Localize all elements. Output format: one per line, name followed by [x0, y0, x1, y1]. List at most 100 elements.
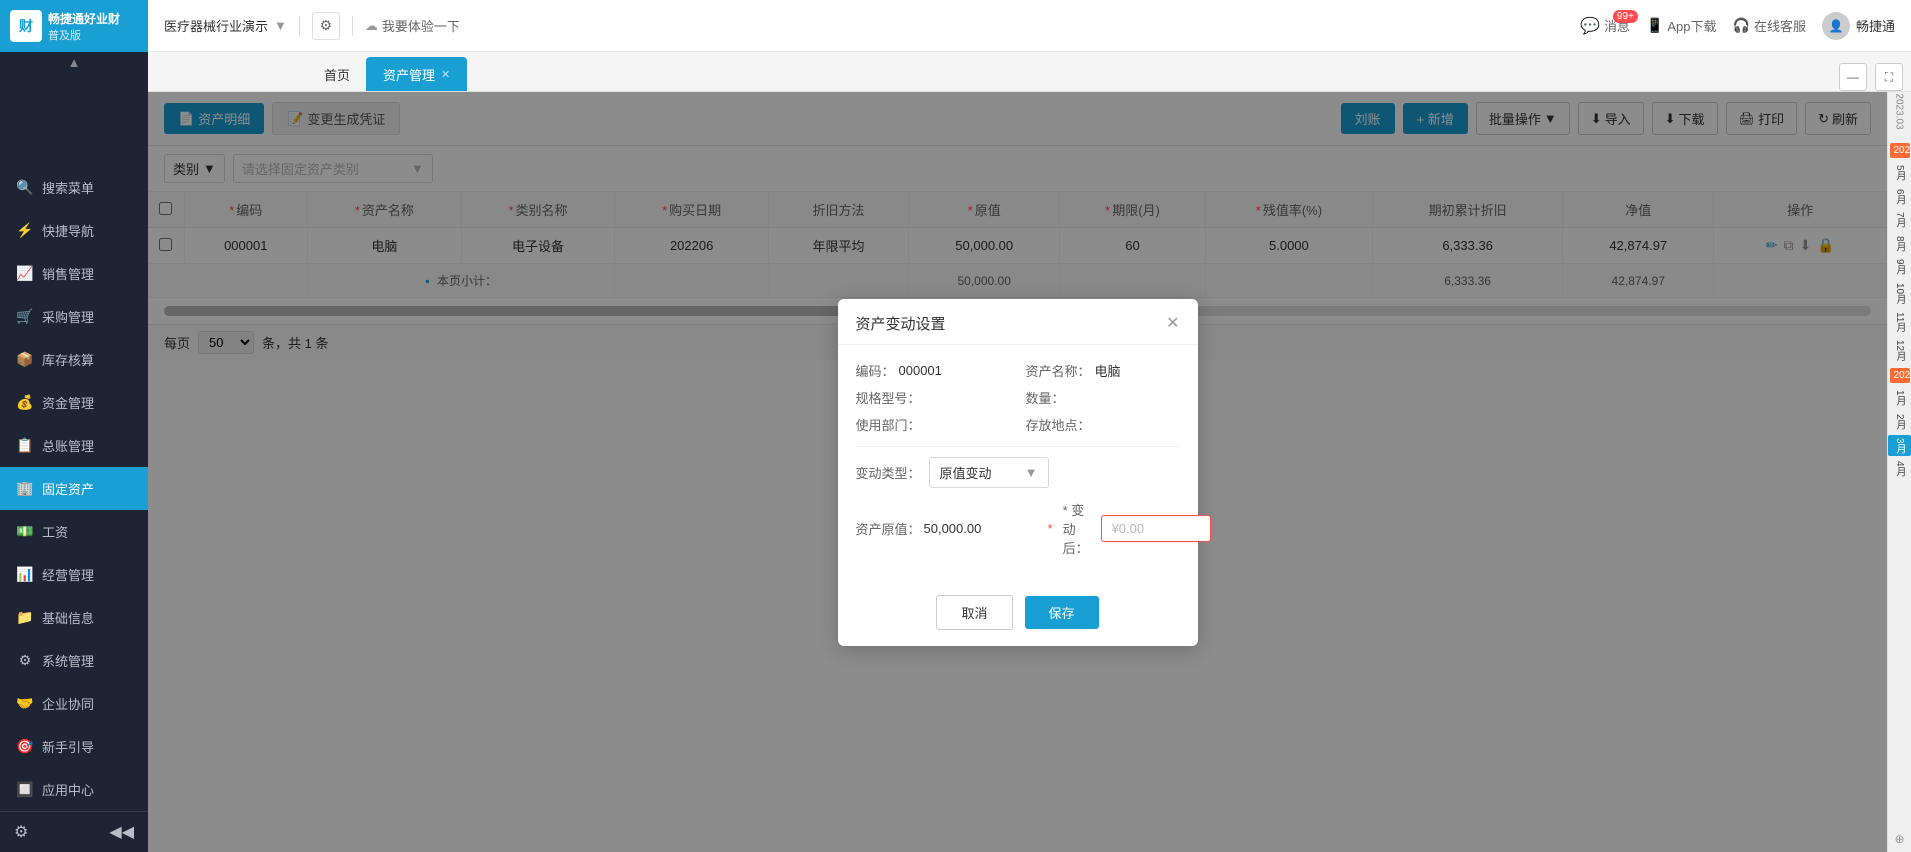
app-download-btn[interactable]: 📱 App下载	[1646, 16, 1717, 35]
modal-footer: 取消 保存	[838, 585, 1198, 646]
sidebar-item-basic[interactable]: 📁 基础信息	[0, 596, 148, 639]
sidebar-scroll-up[interactable]: ▲	[0, 52, 148, 72]
username-label: 畅捷通	[1856, 16, 1895, 35]
modal-quantity-item: 数量：	[1026, 388, 1180, 407]
sidebar-item-purchase[interactable]: 🛒 采购管理	[0, 295, 148, 338]
tab-maximize-btn[interactable]: ⛶	[1875, 63, 1903, 91]
modal-close-btn[interactable]: ✕	[1166, 313, 1179, 333]
year-badge: 2023	[1890, 143, 1910, 158]
sidebar-items: 🔍 搜索菜单 ⚡ 快捷导航 📈 销售管理 🛒 采购管理 📦 库存核算 💰	[0, 166, 148, 811]
tab-assets-label: 资产管理	[383, 65, 435, 84]
change-type-dropdown-icon: ▼	[1025, 465, 1038, 480]
month-6[interactable]: 6月	[1890, 186, 1909, 208]
sidebar-nav: ▲	[0, 52, 148, 166]
sidebar-item-apps[interactable]: 🔲 应用中心	[0, 768, 148, 811]
change-type-select[interactable]: 原值变动 ▼	[929, 457, 1049, 488]
month-8[interactable]: 8月	[1890, 233, 1909, 255]
month-1[interactable]: 1月	[1890, 387, 1909, 409]
change-type-row: 变动类型： 原值变动 ▼	[856, 457, 1180, 488]
modal-asset-name-label: 资产名称：	[1026, 361, 1091, 380]
save-button[interactable]: 保存	[1025, 596, 1099, 629]
month-4[interactable]: 4月	[1890, 458, 1909, 480]
payroll-icon: 💵	[16, 523, 34, 541]
sidebar-item-ledger[interactable]: 📋 总账管理	[0, 424, 148, 467]
online-service-label: 在线客服	[1754, 16, 1806, 35]
company-selector[interactable]: 医疗器械行业演示 ▼	[164, 16, 287, 35]
sidebar-item-cooperation[interactable]: 🤝 企业协同	[0, 682, 148, 725]
sidebar-item-operations[interactable]: 📊 经营管理	[0, 553, 148, 596]
modal-divider	[856, 446, 1180, 447]
settings-icon[interactable]: ⚙	[14, 822, 28, 842]
month-2[interactable]: 2月	[1890, 411, 1909, 433]
apps-icon: 🔲	[16, 781, 34, 799]
sidebar-item-guide[interactable]: 🎯 新手引导	[0, 725, 148, 768]
right-date-panel: 2023.03 2023 5月 6月 7月 8月 9月 10月 11月 12月 …	[1887, 92, 1911, 852]
gear-icon: ⚙	[320, 17, 333, 34]
guide-icon: 🎯	[16, 738, 34, 756]
modal-dept-item: 使用部门：	[856, 415, 1010, 434]
month-3[interactable]: 3月	[1888, 435, 1911, 457]
tab-home[interactable]: 首页	[308, 57, 366, 91]
maximize-icon: ⛶	[1885, 70, 1893, 85]
modal-asset-name-item: 资产名称： 电脑	[1026, 361, 1180, 380]
required-marker: *	[1048, 521, 1053, 536]
modal-quantity-label: 数量：	[1026, 388, 1065, 407]
asset-change-modal: 资产变动设置 ✕ 编码： 000001 资产名称：	[838, 299, 1198, 646]
headset-icon: 🎧	[1733, 17, 1750, 34]
month-9[interactable]: 9月	[1890, 256, 1909, 278]
sidebar-item-finance[interactable]: 💰 资金管理	[0, 381, 148, 424]
user-menu[interactable]: 👤 畅捷通	[1822, 12, 1895, 40]
month-list: 2023 5月 6月 7月 8月 9月 10月 11月 12月 2023 1月 …	[1888, 143, 1911, 480]
sidebar-item-payroll[interactable]: 💵 工资	[0, 510, 148, 553]
sidebar-footer: ⚙ ◀◀	[0, 811, 148, 852]
original-value-row: 资产原值： 50,000.00 * * 变动后：	[856, 500, 1180, 557]
month-5[interactable]: 5月	[1890, 162, 1909, 184]
modal-code-item: 编码： 000001	[856, 361, 1010, 380]
sidebar-item-sales[interactable]: 📈 销售管理	[0, 252, 148, 295]
experience-text: 我要体验一下	[382, 16, 460, 35]
month-10[interactable]: 10月	[1890, 280, 1909, 307]
system-icon: ⚙	[16, 652, 34, 670]
topbar-right: 💬 消息 99+ 📱 App下载 🎧 在线客服 👤 畅捷通	[1580, 12, 1895, 40]
sidebar-item-system[interactable]: ⚙ 系统管理	[0, 639, 148, 682]
original-value-label: 资产原值：	[856, 519, 916, 538]
month-7[interactable]: 7月	[1890, 209, 1909, 231]
sidebar-item-fixed[interactable]: 🏢 固定资产	[0, 467, 148, 510]
search-icon: 🔍	[16, 179, 34, 197]
settings-gear-btn[interactable]: ⚙	[312, 12, 340, 40]
sidebar-logo: 财 畅捷通好业财 普及版	[0, 0, 148, 52]
logo-text-area: 畅捷通好业财 普及版	[48, 10, 120, 43]
message-icon: 💬	[1580, 16, 1600, 36]
sidebar: 财 畅捷通好业财 普及版 ▲ 🔍 搜索菜单 ⚡ 快捷导航 📈 销售管理	[0, 0, 148, 852]
panel-expand-icon[interactable]: ⊕	[1892, 826, 1906, 852]
experience-area: ☁ 我要体验一下	[365, 16, 460, 35]
after-change-input[interactable]	[1101, 515, 1211, 542]
modal-location-label: 存放地点：	[1026, 415, 1091, 434]
phone-icon: 📱	[1646, 17, 1663, 34]
company-name: 医疗器械行业演示	[164, 16, 268, 35]
topbar-divider	[299, 16, 300, 36]
tab-minimize-btn[interactable]: —	[1839, 63, 1867, 91]
sidebar-item-quicknav[interactable]: ⚡ 快捷导航	[0, 209, 148, 252]
collapse-icon[interactable]: ◀◀	[109, 822, 134, 842]
content-area: 📄 资产明细 📝 变更生成凭证 刘账 + 新增 批量操作 ▼	[148, 92, 1911, 852]
tab-close-icon[interactable]: ✕	[441, 68, 450, 81]
user-avatar: 👤	[1822, 12, 1850, 40]
sidebar-item-inventory[interactable]: 📦 库存核算	[0, 338, 148, 381]
message-btn[interactable]: 💬 消息 99+	[1580, 16, 1630, 36]
tabbar-actions: — ⛶	[1831, 63, 1911, 91]
topbar: 医疗器械行业演示 ▼ ⚙ ☁ 我要体验一下 💬 消息 99+ 📱	[148, 0, 1911, 52]
modal-spec-label: 规格型号：	[856, 388, 921, 407]
app-download-label: App下载	[1667, 16, 1716, 35]
sidebar-item-search[interactable]: 🔍 搜索菜单	[0, 166, 148, 209]
panel-date: 2023.03	[1888, 92, 1911, 132]
tab-assets[interactable]: 资产管理 ✕	[366, 57, 467, 91]
month-11[interactable]: 11月	[1890, 309, 1909, 335]
month-12[interactable]: 12月	[1890, 337, 1909, 364]
cancel-button[interactable]: 取消	[936, 595, 1012, 630]
tab-home-label: 首页	[324, 65, 350, 84]
logo-sub-text: 普及版	[48, 27, 120, 43]
online-service-btn[interactable]: 🎧 在线客服	[1733, 16, 1806, 35]
minimize-icon: —	[1847, 70, 1859, 84]
basic-icon: 📁	[16, 609, 34, 627]
